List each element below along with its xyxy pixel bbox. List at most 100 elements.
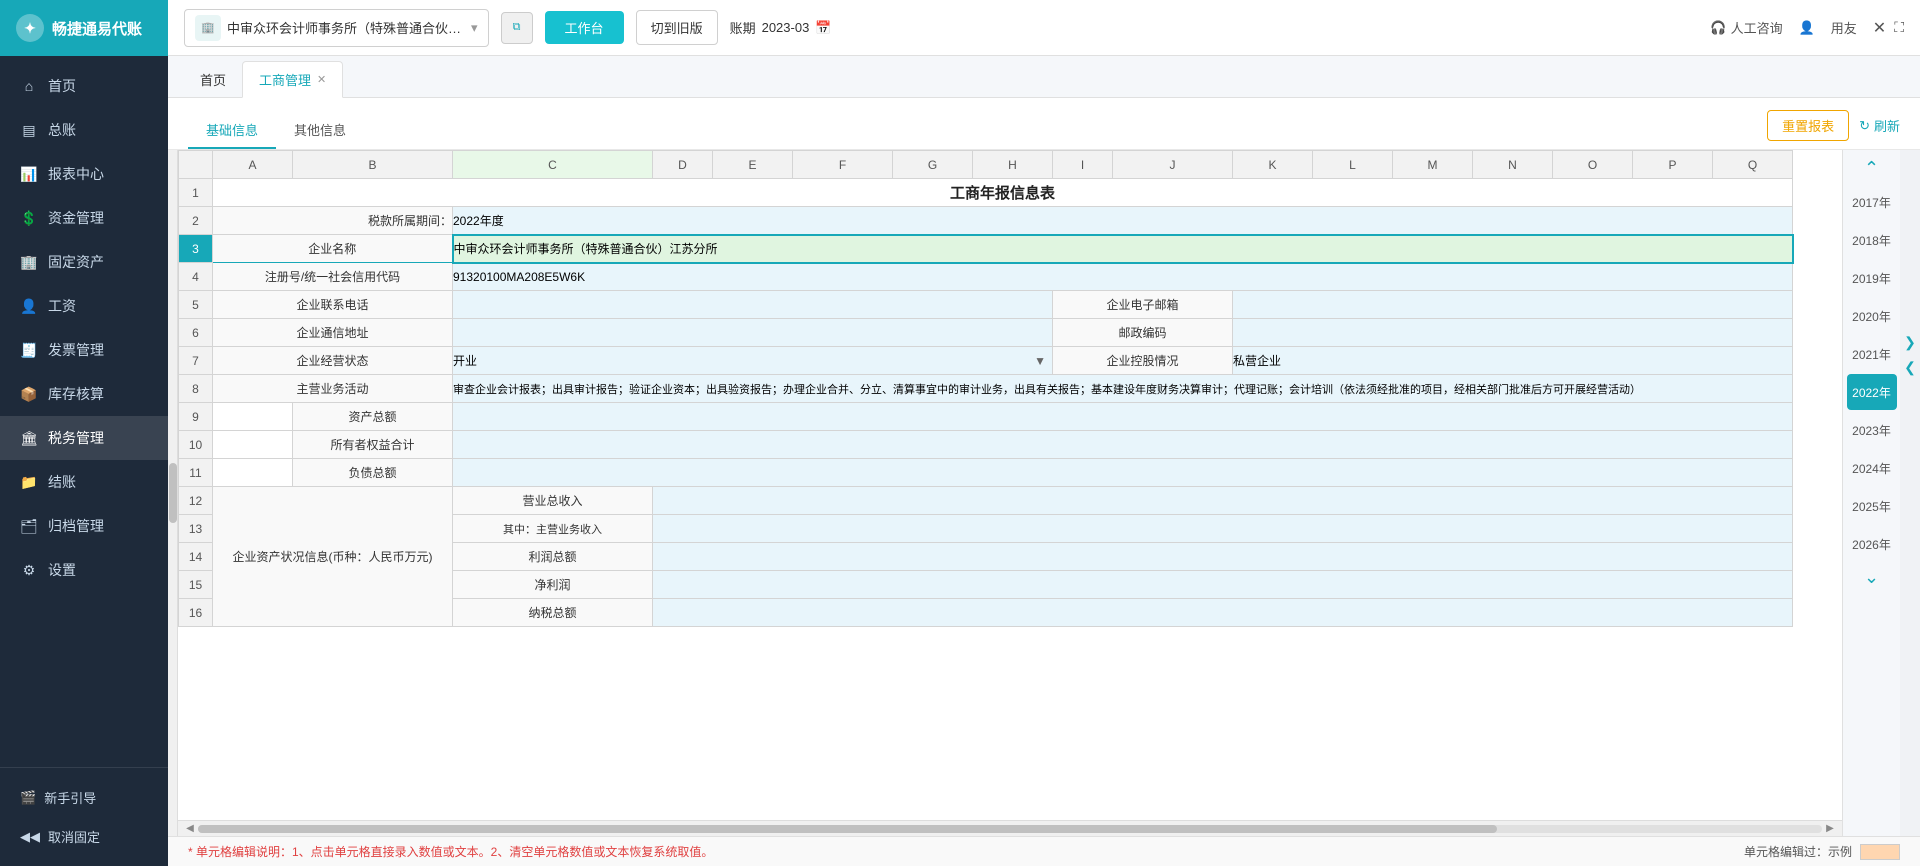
sidebar-item-close[interactable]: 📁 结账 xyxy=(0,460,168,504)
tax-icon: 🏛 xyxy=(20,429,38,447)
user-service-button[interactable]: 🎧 人工咨询 xyxy=(1710,18,1782,37)
year-item-2024[interactable]: 2024年 xyxy=(1847,450,1897,486)
scroll-left-arrow[interactable]: ◀ xyxy=(182,821,198,837)
table-row: 2 税款所属期间： 2022年度 xyxy=(179,207,1793,235)
sidebar-item-reports[interactable]: 📊 报表中心 xyxy=(0,152,168,196)
total-revenue-label: 营业总收入 xyxy=(453,487,653,515)
sidebar-item-archive[interactable]: 🗂 归档管理 xyxy=(0,504,168,548)
year-item-2021[interactable]: 2021年 xyxy=(1847,336,1897,372)
year-item-2017[interactable]: 2017年 xyxy=(1847,184,1897,220)
phone-value[interactable] xyxy=(453,291,1053,319)
sidebar-item-home[interactable]: ⌂ 首页 xyxy=(0,64,168,108)
home-icon: ⌂ xyxy=(20,77,38,95)
maximize-icon[interactable]: ⛶ xyxy=(1894,19,1904,36)
net-profit-value[interactable] xyxy=(653,571,1793,599)
window-controls: ✕ ⛶ xyxy=(1873,18,1904,38)
year-item-2018[interactable]: 2018年 xyxy=(1847,222,1897,258)
year-item-2020[interactable]: 2020年 xyxy=(1847,298,1897,334)
total-profit-value[interactable] xyxy=(653,543,1793,571)
table-row: 8 主营业务活动 审查企业会计报表；出具审计报告；验证企业资本；出具验资报告；办… xyxy=(179,375,1793,403)
postcode-label: 邮政编码 xyxy=(1053,319,1233,347)
unpin-sidebar[interactable]: ◀◀ 取消固定 xyxy=(0,817,168,856)
copy-button[interactable]: ⧉ xyxy=(501,12,533,44)
table-row: 3 企业名称 中审众环会计师事务所（特殊普通合伙）江苏分所 xyxy=(179,235,1793,263)
reg-value[interactable]: 91320100MA208E5W6K xyxy=(453,263,1793,291)
hscroll-track[interactable] xyxy=(198,825,1822,833)
address-value[interactable] xyxy=(453,319,1053,347)
calendar-icon[interactable]: 📅 xyxy=(815,20,831,36)
main-biz-value[interactable]: 审查企业会计报表；出具审计报告；验证企业资本；出具验资报告；办理企业合并、分立、… xyxy=(453,375,1793,403)
liability-value[interactable] xyxy=(453,459,1793,487)
email-value[interactable] xyxy=(1233,291,1793,319)
sidebar-item-assets[interactable]: 🏢 固定资产 xyxy=(0,240,168,284)
pin-icon: ◀◀ xyxy=(20,829,40,845)
col-header-O: O xyxy=(1553,151,1633,179)
sidebar-item-label: 库存核算 xyxy=(48,384,104,404)
close-icon[interactable]: ✕ xyxy=(1873,18,1886,38)
expand-left-button[interactable]: ❮ xyxy=(1904,355,1916,380)
biz-status-value[interactable]: 开业 ▼ xyxy=(453,347,1053,375)
reg-label: 注册号/统一社会信用代码 xyxy=(213,263,453,291)
reset-report-button[interactable]: 重置报表 xyxy=(1767,110,1849,141)
row-num-5: 5 xyxy=(179,291,213,319)
sidebar-item-inventory[interactable]: 📦 库存核算 xyxy=(0,372,168,416)
sidebar-item-label: 工资 xyxy=(48,296,76,316)
refresh-icon: ↻ xyxy=(1859,118,1870,134)
status-bar-right: 单元格编辑过：示例 xyxy=(1744,843,1900,860)
subtab-basic[interactable]: 基础信息 xyxy=(188,112,276,149)
sidebar-bottom: 🎬 新手引导 ◀◀ 取消固定 xyxy=(0,767,168,866)
new-user-guide[interactable]: 🎬 新手引导 xyxy=(0,778,168,817)
period-label-cell: 税款所属期间： xyxy=(213,207,453,235)
equity-value[interactable] xyxy=(453,431,1793,459)
switch-version-button[interactable]: 切到旧版 xyxy=(636,10,718,45)
tax-total-value[interactable] xyxy=(653,599,1793,627)
spreadsheet-container[interactable]: A B C D E F G H I J K L xyxy=(178,150,1842,820)
sidebar-item-settings[interactable]: ⚙ 设置 xyxy=(0,548,168,592)
sidebar-item-label: 固定资产 xyxy=(48,252,104,272)
period-value-cell[interactable]: 2022年度 xyxy=(453,207,1793,235)
r10-a xyxy=(213,431,293,459)
tab-close-icon[interactable]: ✕ xyxy=(317,73,326,86)
year-item-2022[interactable]: 2022年 xyxy=(1847,374,1897,410)
tab-commerce[interactable]: 工商管理 ✕ xyxy=(242,61,343,98)
sidebar-item-tax[interactable]: 🏛 税务管理 xyxy=(0,416,168,460)
title-cell[interactable]: 工商年报信息表 xyxy=(213,179,1793,207)
tab-home[interactable]: 首页 xyxy=(184,62,242,97)
sidebar-item-salary[interactable]: 👤 工资 xyxy=(0,284,168,328)
main-revenue-value[interactable] xyxy=(653,515,1793,543)
scroll-right-arrow[interactable]: ▶ xyxy=(1822,821,1838,837)
hscroll-bar[interactable]: ◀ ▶ xyxy=(178,820,1842,836)
net-profit-label: 净利润 xyxy=(453,571,653,599)
year-up-arrow[interactable]: ⌃ xyxy=(1860,154,1883,183)
company-name-value[interactable]: 中审众环会计师事务所（特殊普通合伙）江苏分所 xyxy=(453,235,1793,263)
sidebar-item-invoice[interactable]: 🧾 发票管理 xyxy=(0,328,168,372)
hscroll-thumb[interactable] xyxy=(198,825,1497,833)
year-down-arrow[interactable]: ⌄ xyxy=(1860,563,1883,592)
status-hint: * 单元格编辑说明：1、点击单元格直接录入数值或文本。2、清空单元格数值或文本恢… xyxy=(188,843,713,860)
year-item-2019[interactable]: 2019年 xyxy=(1847,260,1897,296)
workbench-button[interactable]: 工作台 xyxy=(545,11,624,44)
sidebar-item-finance[interactable]: 💲 资金管理 xyxy=(0,196,168,240)
subtab-other[interactable]: 其他信息 xyxy=(276,112,364,149)
sidebar-item-label: 总账 xyxy=(48,120,76,140)
year-item-2026[interactable]: 2026年 xyxy=(1847,526,1897,562)
col-header-D: D xyxy=(653,151,713,179)
sidebar-item-ledger[interactable]: ▤ 总账 xyxy=(0,108,168,152)
stock-value[interactable]: 私营企业 xyxy=(1233,347,1793,375)
guide-label: 新手引导 xyxy=(44,788,96,807)
col-header-C: C xyxy=(453,151,653,179)
year-item-2023[interactable]: 2023年 xyxy=(1847,412,1897,448)
refresh-button[interactable]: ↻ 刷新 xyxy=(1859,116,1900,135)
company-selector[interactable]: 🏢 中审众环会计师事务所（特殊普通合伙… ▾ xyxy=(184,9,489,47)
collapse-right-button[interactable]: ❯ xyxy=(1904,330,1916,355)
total-revenue-value[interactable] xyxy=(653,487,1793,515)
total-profit-label: 利润总额 xyxy=(453,543,653,571)
r11-a xyxy=(213,459,293,487)
assets-value[interactable] xyxy=(453,403,1793,431)
year-item-2025[interactable]: 2025年 xyxy=(1847,488,1897,524)
postcode-value[interactable] xyxy=(1233,319,1793,347)
row-num-13: 13 xyxy=(179,515,213,543)
main-biz-label: 主营业务活动 xyxy=(213,375,453,403)
edited-label: 单元格编辑过：示例 xyxy=(1744,843,1852,860)
row-num-6: 6 xyxy=(179,319,213,347)
